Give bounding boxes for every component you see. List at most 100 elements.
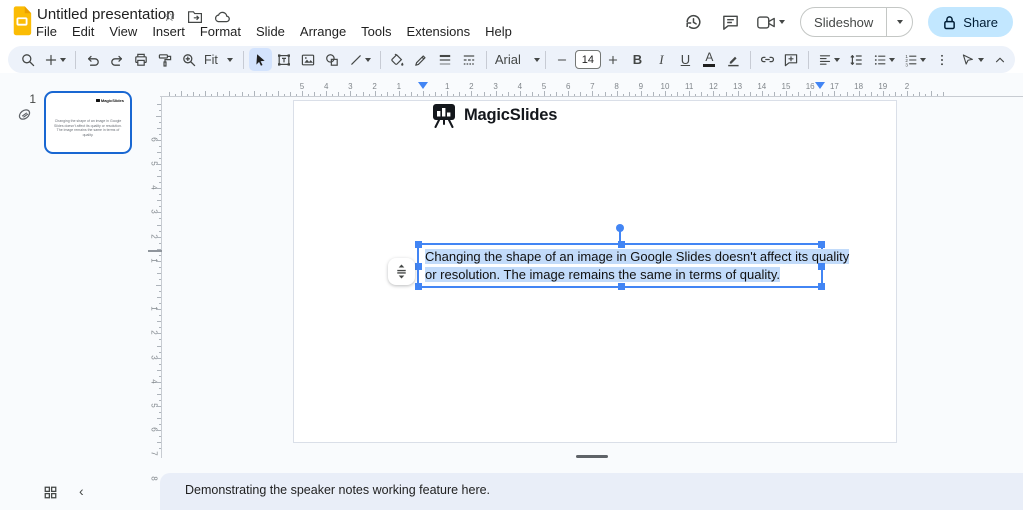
new-slide-button[interactable] (40, 48, 70, 71)
thumbnail-text: Changing the shape of an image in Google… (54, 119, 122, 137)
resize-handle-bottom-right[interactable] (818, 283, 825, 290)
more-options-button[interactable] (931, 48, 954, 71)
increase-font-size-button[interactable] (602, 48, 625, 71)
border-dash-button[interactable] (458, 48, 481, 71)
notes-resize-handle[interactable] (576, 455, 608, 458)
zoom-select-caret[interactable] (222, 48, 238, 71)
ruler-tick (429, 94, 430, 97)
comment-history-icon[interactable] (719, 11, 741, 33)
text-box-tool-button[interactable] (273, 48, 296, 71)
menu-extensions[interactable]: Extensions (407, 24, 471, 39)
ruler-tick (453, 94, 454, 97)
selected-text-box[interactable]: Changing the shape of an image in Google… (417, 243, 823, 288)
ruler-tick (181, 91, 182, 96)
collapse-filmstrip-icon[interactable]: ‹ (79, 483, 84, 499)
menu-edit[interactable]: Edit (72, 24, 94, 39)
font-size-input[interactable]: 14 (575, 50, 601, 69)
bulleted-list-button[interactable] (869, 48, 899, 71)
ruler-tick (435, 92, 436, 96)
resize-handle-top-left[interactable] (415, 241, 422, 248)
menu-format[interactable]: Format (200, 24, 241, 39)
ruler-indent-marker-right[interactable] (815, 82, 825, 89)
resize-handle-mid-left[interactable] (415, 263, 422, 270)
google-slides-logo-icon[interactable] (11, 6, 33, 36)
ruler-tick (550, 94, 551, 97)
text-box-content[interactable]: Changing the shape of an image in Google… (425, 248, 849, 283)
insert-image-button[interactable] (297, 48, 320, 71)
paint-format-button[interactable] (153, 48, 176, 71)
ruler-tick (159, 315, 162, 316)
resize-handle-mid-right[interactable] (818, 263, 825, 270)
speaker-notes-text[interactable]: Demonstrating the speaker notes working … (185, 483, 490, 497)
slideshow-options-button[interactable] (886, 8, 912, 36)
join-call-button[interactable] (756, 14, 785, 31)
insert-line-button[interactable] (345, 48, 375, 71)
speaker-notes-panel[interactable]: Demonstrating the speaker notes working … (160, 473, 1023, 510)
version-history-icon[interactable] (682, 11, 704, 33)
pen-tools-button[interactable] (956, 48, 988, 71)
add-comment-button[interactable] (780, 48, 803, 71)
menu-insert[interactable]: Insert (152, 24, 185, 39)
highlight-color-button[interactable] (722, 48, 745, 71)
ruler-tick (199, 94, 200, 97)
fill-color-button[interactable] (386, 48, 409, 71)
insert-shape-button[interactable] (321, 48, 344, 71)
slide-thumbnail[interactable]: MagicSlides Changing the shape of an ima… (44, 91, 132, 154)
resize-handle-top-right[interactable] (818, 241, 825, 248)
resize-handle-bottom-left[interactable] (415, 283, 422, 290)
text-color-button[interactable]: A (698, 48, 721, 71)
zoom-icon[interactable] (177, 48, 200, 71)
redo-button[interactable] (105, 48, 128, 71)
print-button[interactable] (129, 48, 152, 71)
ruler-tick (157, 273, 161, 274)
numbered-list-button[interactable]: 123 (900, 48, 930, 71)
search-menus-icon[interactable] (16, 48, 39, 71)
ruler-tick (889, 94, 890, 97)
menu-arrange[interactable]: Arrange (300, 24, 346, 39)
ruler-tick (157, 176, 161, 177)
align-button[interactable] (814, 48, 844, 71)
grid-view-icon[interactable] (43, 485, 58, 500)
border-weight-button[interactable] (434, 48, 457, 71)
ruler-label: 19 (877, 82, 889, 91)
slideshow-button[interactable]: Slideshow (801, 8, 886, 36)
ruler-label: 1 (441, 82, 453, 91)
slide-number: 1 (22, 92, 36, 106)
menu-tools[interactable]: Tools (361, 24, 391, 39)
ruler-tick (568, 91, 569, 96)
menu-view[interactable]: View (109, 24, 137, 39)
move-folder-icon[interactable] (187, 10, 203, 24)
resize-handle-top-mid[interactable] (618, 241, 625, 248)
font-family-select[interactable]: Arial (492, 52, 540, 67)
insert-link-button[interactable] (756, 48, 779, 71)
underline-button[interactable]: U (674, 48, 697, 71)
ruler-tick (810, 91, 811, 96)
ruler-tick (822, 92, 823, 96)
ruler-tick (441, 94, 442, 97)
ruler-tick (156, 164, 161, 165)
zoom-select[interactable]: Fit (201, 53, 221, 67)
menu-slide[interactable]: Slide (256, 24, 285, 39)
ruler-tick (562, 94, 563, 97)
rotation-handle[interactable] (616, 224, 624, 232)
resize-handle-bottom-mid[interactable] (618, 283, 625, 290)
bold-button[interactable]: B (626, 48, 649, 71)
star-icon[interactable]: ☆ (163, 8, 176, 25)
text-box-drag-button[interactable] (388, 258, 415, 285)
border-color-button[interactable] (410, 48, 433, 71)
line-spacing-button[interactable] (845, 48, 868, 71)
decrease-font-size-button[interactable] (551, 48, 574, 71)
italic-button[interactable]: I (650, 48, 673, 71)
menu-help[interactable]: Help (485, 24, 512, 39)
menu-file[interactable]: File (36, 24, 57, 39)
select-tool-button[interactable] (249, 48, 272, 71)
hide-menus-button[interactable] (989, 48, 1012, 71)
ruler-tick (159, 279, 162, 280)
magicslides-logo[interactable]: MagicSlides (431, 101, 557, 129)
cloud-saved-icon[interactable] (214, 10, 231, 23)
menu-bar: File Edit View Insert Format Slide Arran… (36, 24, 512, 39)
undo-button[interactable] (81, 48, 104, 71)
ruler-indent-marker-left[interactable] (418, 82, 428, 89)
share-button[interactable]: Share (928, 7, 1013, 37)
document-title[interactable]: Untitled presentation (37, 6, 175, 23)
